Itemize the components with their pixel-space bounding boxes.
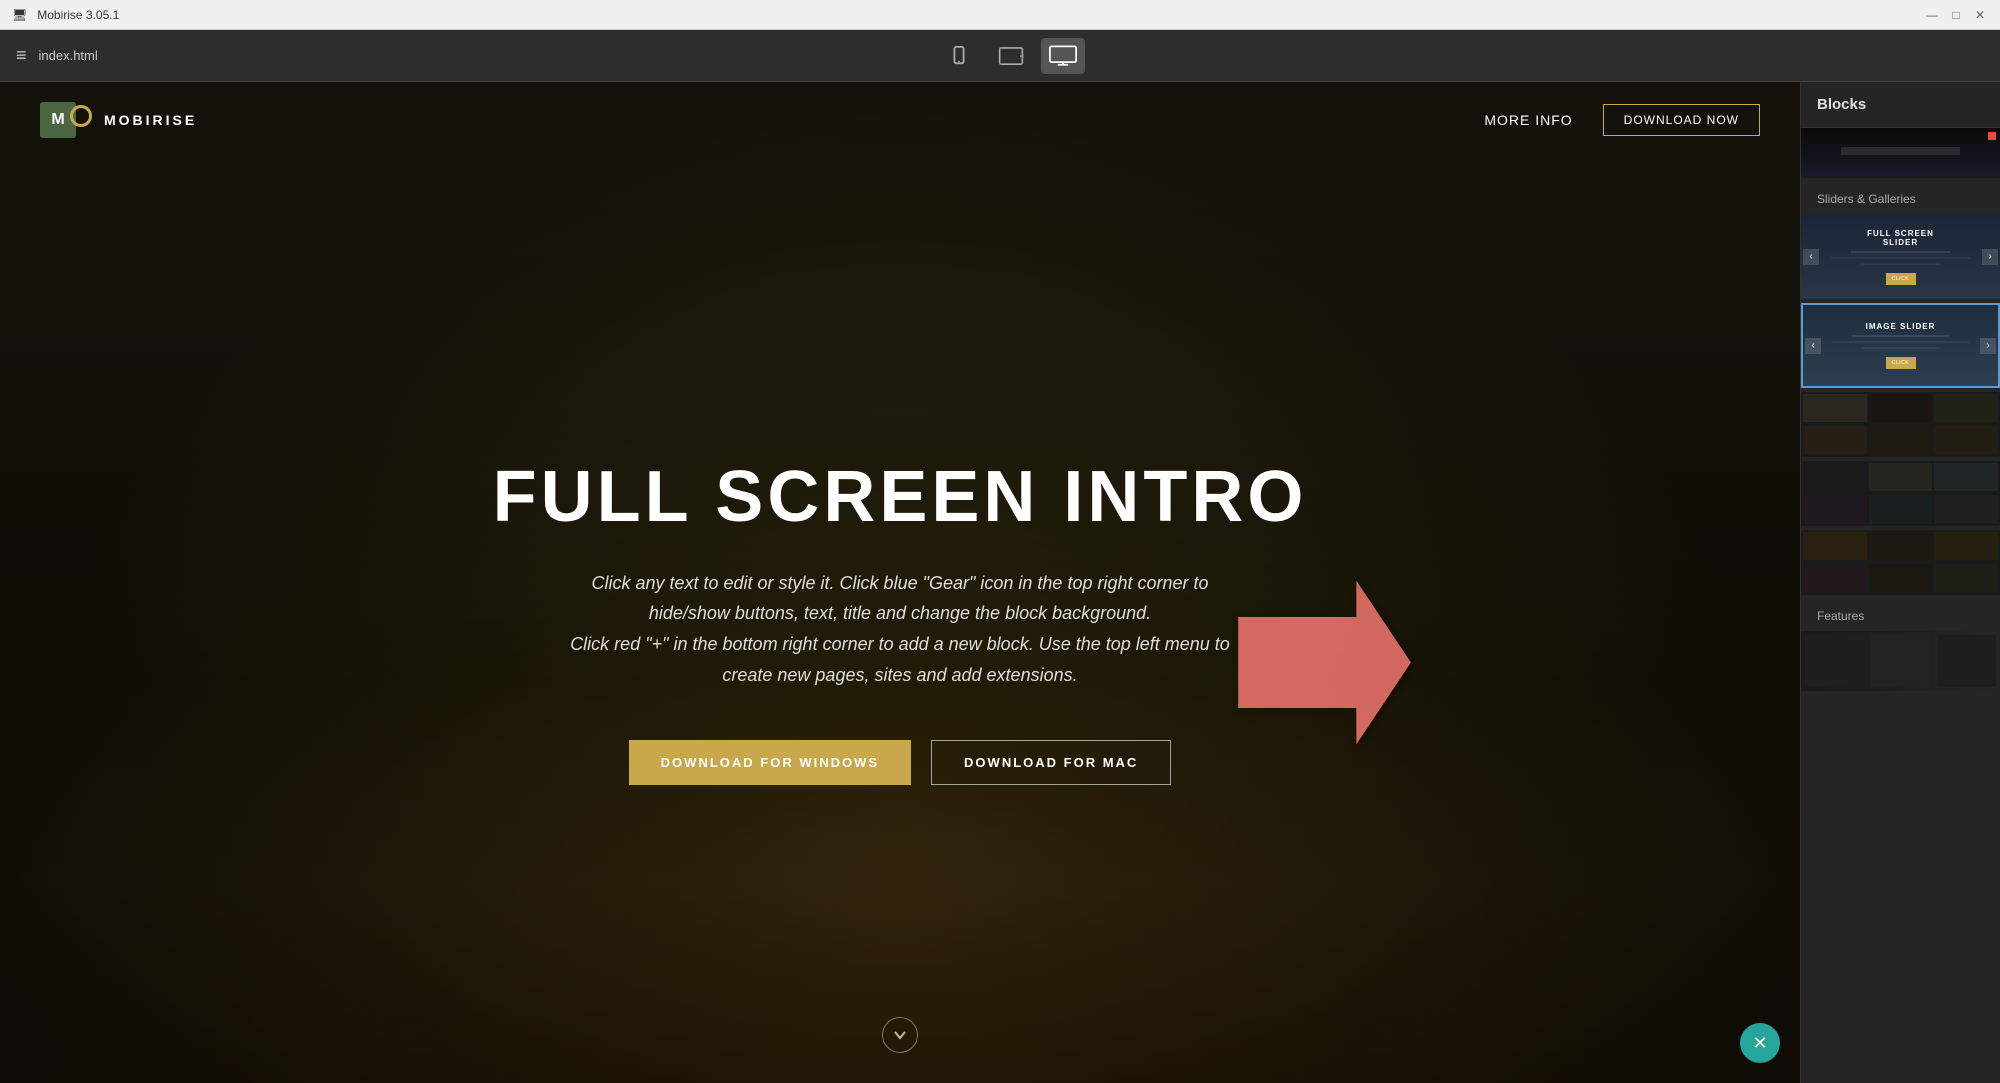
image-slider-prev-button[interactable]: ‹ xyxy=(1805,338,1821,354)
site-logo: M MOBIRISE xyxy=(40,102,197,138)
file-name: index.html xyxy=(39,48,98,63)
download-windows-button[interactable]: DOWNLOAD FOR WINDOWS xyxy=(629,740,911,785)
hero-content: FULL SCREEN INTRO Click any text to edit… xyxy=(0,158,1800,1083)
app-name: Mobirise 3.05.1 xyxy=(37,8,119,22)
site-nav: M MOBIRISE MORE INFO DOWNLOAD NOW xyxy=(0,82,1800,158)
desktop-view-button[interactable] xyxy=(1041,38,1085,74)
nav-links: MORE INFO DOWNLOAD NOW xyxy=(1484,104,1760,136)
gallery-block-1[interactable] xyxy=(1801,392,2000,457)
more-info-link[interactable]: MORE INFO xyxy=(1484,112,1572,128)
minimize-button[interactable]: — xyxy=(1924,7,1940,23)
panel-title: Blocks xyxy=(1801,82,2000,128)
device-switcher xyxy=(937,38,1085,74)
gallery-block-3[interactable] xyxy=(1801,530,2000,595)
preview-area: M MOBIRISE MORE INFO DOWNLOAD NOW FULL S… xyxy=(0,82,1800,1083)
titlebar: 🖥 Mobirise 3.05.1 — □ ✕ xyxy=(0,0,2000,30)
logo-gear xyxy=(70,105,92,127)
app-icon: 🖥 xyxy=(12,8,27,22)
download-now-button[interactable]: DOWNLOAD NOW xyxy=(1603,104,1760,136)
download-mac-button[interactable]: DOWNLOAD FOR MAC xyxy=(931,740,1171,785)
toolbar-left: ≡ index.html xyxy=(16,45,98,66)
slider-prev-button[interactable]: ‹ xyxy=(1803,249,1819,265)
arrow-indicator xyxy=(1220,562,1420,767)
features-block[interactable] xyxy=(1801,631,2000,691)
hero-subtitle: Click any text to edit or style it. Clic… xyxy=(570,568,1230,690)
blocks-panel: Blocks Sliders & Galleries FULL SCREENSL… xyxy=(1800,82,2000,1083)
thumbnail-dot xyxy=(1988,132,1996,140)
titlebar-left: 🖥 Mobirise 3.05.1 xyxy=(12,8,119,22)
close-button[interactable]: ✕ xyxy=(1972,7,1988,23)
hero-section: M MOBIRISE MORE INFO DOWNLOAD NOW FULL S… xyxy=(0,82,1800,1083)
app-container: ≡ index.html xyxy=(0,30,2000,1083)
logo-text: MOBIRISE xyxy=(104,112,197,128)
toolbar: ≡ index.html xyxy=(0,30,2000,82)
hero-title: FULL SCREEN INTRO xyxy=(493,456,1308,538)
maximize-button[interactable]: □ xyxy=(1948,7,1964,23)
main-area: M MOBIRISE MORE INFO DOWNLOAD NOW FULL S… xyxy=(0,82,2000,1083)
slider-next-button[interactable]: › xyxy=(1982,249,1998,265)
gallery-block-2[interactable] xyxy=(1801,461,2000,526)
image-slider-next-button[interactable]: › xyxy=(1980,338,1996,354)
mobile-view-button[interactable] xyxy=(937,38,981,74)
full-screen-slider-block[interactable]: FULL SCREENSLIDER CLICK ‹ › xyxy=(1801,214,2000,299)
tablet-view-button[interactable] xyxy=(989,38,1033,74)
hamburger-menu-icon[interactable]: ≡ xyxy=(16,45,27,66)
hero-buttons: DOWNLOAD FOR WINDOWS DOWNLOAD FOR MAC xyxy=(629,740,1172,785)
scroll-down-button[interactable] xyxy=(882,1017,918,1053)
image-slider-block[interactable]: IMAGE SLIDER CLICK ‹ › xyxy=(1801,303,2000,388)
features-section-title: Features xyxy=(1801,599,2000,631)
window-controls: — □ ✕ xyxy=(1924,7,1988,23)
block-thumbnail-top[interactable] xyxy=(1801,128,2000,178)
close-panel-button[interactable]: ✕ xyxy=(1740,1023,1780,1063)
sliders-section-title: Sliders & Galleries xyxy=(1801,182,2000,214)
